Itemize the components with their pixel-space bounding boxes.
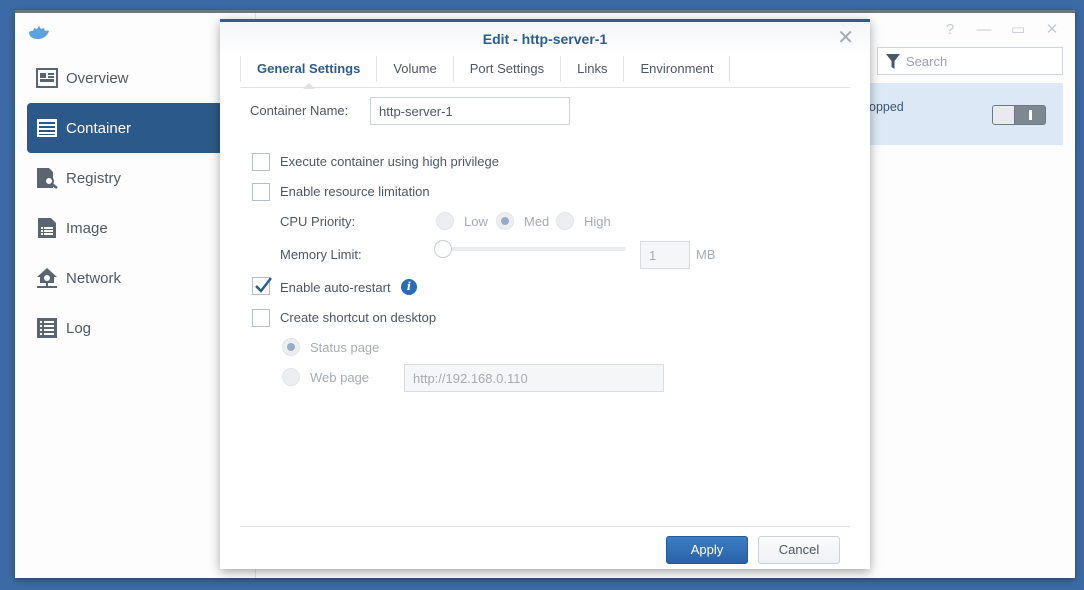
status-page-label: Status page [310, 340, 380, 355]
container-name-input[interactable] [370, 97, 570, 125]
tab-general-settings[interactable]: General Settings [240, 56, 378, 89]
dialog-header: Edit - http-server-1 ✕ [220, 22, 870, 56]
cpu-priority-label: CPU Priority: [280, 214, 356, 229]
sidebar-item-label: Image [66, 219, 108, 237]
cpu-priority-med-radio[interactable] [496, 212, 514, 230]
desktop-shortcut-label: Create shortcut on desktop [280, 310, 437, 325]
resource-limitation-checkbox[interactable] [252, 183, 270, 201]
image-document-icon [36, 217, 58, 239]
cpu-priority-high-label: High [584, 214, 611, 229]
memory-limit-slider-thumb[interactable] [434, 240, 452, 258]
cpu-priority-high-radio[interactable] [556, 212, 574, 230]
edit-container-dialog: Edit - http-server-1 ✕ General Settings … [220, 19, 870, 569]
tab-label: General Settings [257, 61, 361, 76]
network-house-icon [36, 267, 58, 289]
tab-environment[interactable]: Environment [624, 56, 731, 82]
log-list-icon [36, 317, 58, 339]
sidebar-item-label: Overview [66, 69, 129, 87]
search-input[interactable] [906, 53, 1046, 69]
dialog-tabs: General Settings Volume Port Settings Li… [240, 56, 850, 89]
container-name-label: Container Name: [250, 103, 349, 118]
sidebar-item-label: Network [66, 269, 122, 287]
footer-divider [240, 526, 850, 527]
toggle-knob [993, 106, 1015, 124]
desktop-shortcut-checkbox[interactable] [252, 309, 270, 327]
checkmark-icon [255, 277, 272, 293]
apply-button[interactable]: Apply [666, 536, 748, 564]
web-page-label: Web page [310, 370, 370, 385]
memory-limit-input[interactable] [640, 241, 690, 269]
cancel-button[interactable]: Cancel [758, 536, 840, 564]
sidebar-item-label: Registry [66, 169, 122, 187]
cpu-priority-low-radio[interactable] [436, 212, 454, 230]
memory-limit-label: Memory Limit: [280, 247, 362, 262]
dialog-title: Edit - http-server-1 [482, 31, 608, 47]
auto-restart-checkbox[interactable] [252, 277, 272, 295]
container-status-text: opped [869, 100, 904, 114]
high-privilege-checkbox[interactable] [252, 153, 270, 171]
filter-icon [886, 53, 900, 69]
memory-limit-slider-track[interactable] [442, 247, 626, 251]
auto-restart-label: Enable auto-restart [280, 280, 391, 295]
toggle-indicator [1029, 110, 1032, 120]
registry-search-icon [36, 167, 58, 189]
cpu-priority-med-label: Med [524, 214, 550, 229]
overview-card-icon [36, 67, 58, 89]
high-privilege-label: Execute container using high privilege [280, 154, 499, 169]
status-page-radio[interactable] [282, 338, 300, 356]
container-run-toggle[interactable] [992, 105, 1046, 125]
sidebar-item-label: Container [66, 119, 132, 137]
docker-logo-icon [29, 26, 49, 39]
search-box[interactable] [877, 47, 1063, 75]
tab-port-settings[interactable]: Port Settings [454, 56, 562, 82]
tab-links[interactable]: Links [561, 56, 625, 82]
container-list-icon [36, 117, 58, 139]
cpu-priority-low-label: Low [464, 214, 488, 229]
tab-volume[interactable]: Volume [377, 56, 454, 82]
active-tab-pointer [302, 83, 315, 89]
resource-limitation-label: Enable resource limitation [280, 184, 430, 199]
memory-limit-unit: MB [696, 247, 716, 262]
sidebar-item-label: Log [66, 319, 92, 337]
info-icon[interactable]: i [401, 279, 417, 295]
web-page-url-input[interactable] [404, 364, 664, 392]
web-page-radio[interactable] [282, 368, 300, 386]
close-icon[interactable]: ✕ [837, 28, 854, 48]
